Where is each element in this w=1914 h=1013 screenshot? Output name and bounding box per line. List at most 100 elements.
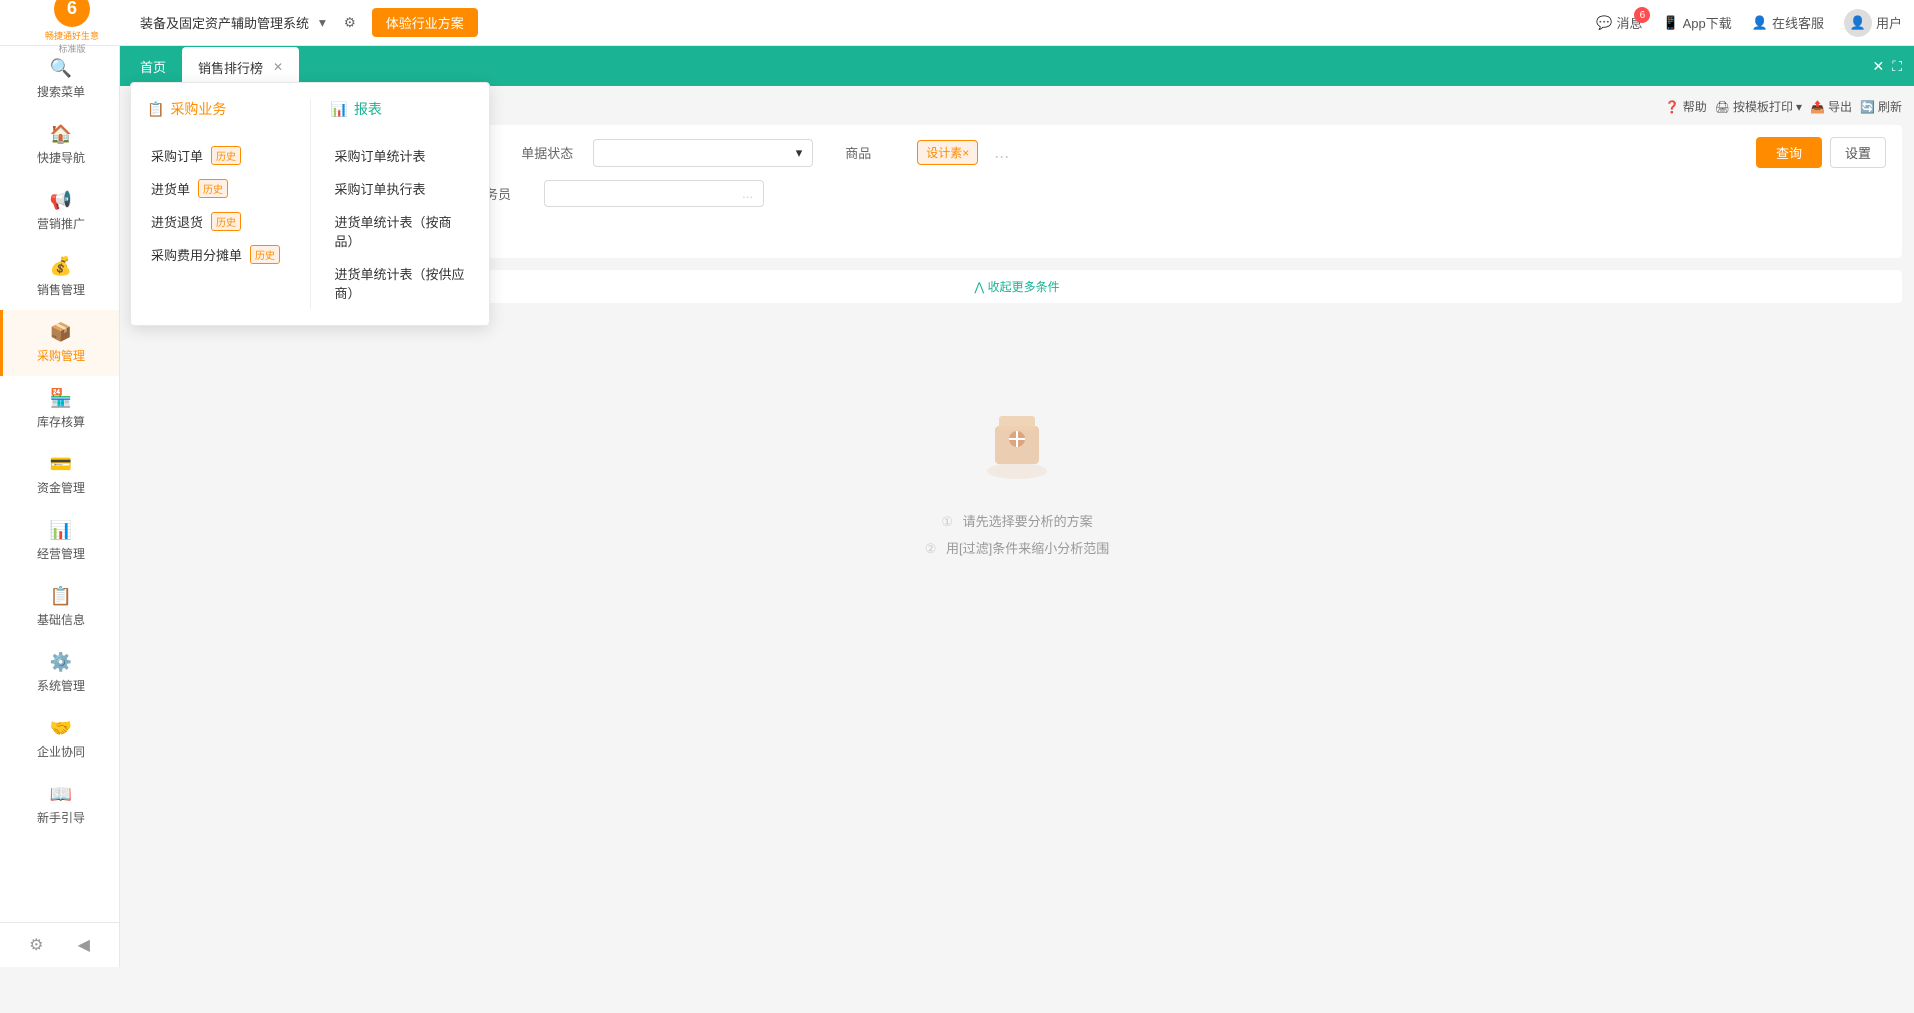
item-label: 采购订单 xyxy=(151,146,203,165)
sidebar-settings-btn[interactable]: ⚙ xyxy=(29,935,43,955)
logo-icon: 6 xyxy=(54,0,90,27)
doc-status-input[interactable]: ▾ xyxy=(593,139,813,167)
empty-icon xyxy=(967,391,1067,491)
sidebar-label-enterprise: 企业协同 xyxy=(37,743,85,760)
item-label: 采购订单统计表 xyxy=(335,146,426,165)
sidebar-label-capital: 资金管理 xyxy=(37,479,85,496)
sidebar-item-basic-info[interactable]: 📋 基础信息 xyxy=(0,574,119,640)
system-icon: ⚙️ xyxy=(50,652,72,673)
brand-name: 畅捷通好生意 xyxy=(45,29,99,42)
sidebar-item-enterprise[interactable]: 🤝 企业协同 xyxy=(0,706,119,772)
system-dropdown-btn[interactable]: ▾ xyxy=(317,13,328,33)
dropdown-item-expense[interactable]: 采购费用分摊单 历史 xyxy=(147,238,290,271)
sidebar-item-operation[interactable]: 📊 经营管理 xyxy=(0,508,119,574)
item-label: 进货单统计表（按商品） xyxy=(335,212,470,250)
user-btn[interactable]: 👤 用户 xyxy=(1844,9,1902,37)
doc-status-label: 单据状态 xyxy=(521,143,581,162)
tab-maximize-btn[interactable]: ⛶ xyxy=(1892,58,1902,75)
toolbar-right: ❓ 帮助 🖨 按模板打印 ▾ 📤 导出 🔄 刷新 xyxy=(1665,98,1902,115)
help-btn[interactable]: ❓ 帮助 xyxy=(1665,98,1707,115)
export-btn[interactable]: 📤 导出 xyxy=(1810,98,1852,115)
sidebar-label-purchase: 采购管理 xyxy=(37,347,85,364)
settings-filter-btn[interactable]: 设置 xyxy=(1830,137,1886,168)
sidebar-bottom: ⚙ ◀ xyxy=(0,922,119,967)
dropdown-item-return[interactable]: 进货退货 历史 xyxy=(147,205,290,238)
history-badge: 历史 xyxy=(250,245,280,264)
notification-badge: 6 xyxy=(1634,7,1650,23)
item-label: 采购订单执行表 xyxy=(335,179,426,198)
tab-home-label: 首页 xyxy=(140,57,166,76)
print-btn[interactable]: 🖨 按模板打印 ▾ xyxy=(1715,98,1802,115)
purchase-icon: 📦 xyxy=(50,322,72,343)
notification-btn[interactable]: 💬 消息 6 xyxy=(1596,13,1642,32)
goods-tag[interactable]: 设计素× xyxy=(917,140,978,165)
doc-status-dropdown-icon: ▾ xyxy=(796,145,803,161)
salesperson-more-icon: ... xyxy=(742,186,753,201)
purchase-section-icon: 📋 xyxy=(147,101,164,118)
sidebar-item-search[interactable]: 🔍 搜索菜单 xyxy=(0,46,119,112)
message-icon: 💬 xyxy=(1596,15,1612,31)
tab-controls: ✕ ⛶ xyxy=(1872,58,1910,75)
industry-btn[interactable]: 体验行业方案 xyxy=(372,8,478,37)
tab-close-btn[interactable]: ✕ xyxy=(273,60,283,74)
sidebar-label-quick-nav: 快捷导航 xyxy=(37,149,85,166)
sidebar-label-inventory: 库存核算 xyxy=(37,413,85,430)
sidebar-item-capital[interactable]: 💳 资金管理 xyxy=(0,442,119,508)
dropdown-item-incoming[interactable]: 进货单 历史 xyxy=(147,172,290,205)
sidebar-item-system[interactable]: ⚙️ 系统管理 xyxy=(0,640,119,706)
guide-icon: 📖 xyxy=(50,784,72,805)
marketing-icon: 📢 xyxy=(50,190,72,211)
enterprise-icon: 🤝 xyxy=(50,718,72,739)
search-icon: 🔍 xyxy=(50,58,72,79)
sidebar-label-basic-info: 基础信息 xyxy=(37,611,85,628)
sales-icon: 💰 xyxy=(50,256,72,277)
dropdown-item-order-exec[interactable]: 采购订单执行表 xyxy=(331,172,474,205)
dropdown-item-incoming-by-supplier[interactable]: 进货单统计表（按供应商） xyxy=(331,257,474,309)
sidebar-label-system: 系统管理 xyxy=(37,677,85,694)
sidebar-collapse-btn[interactable]: ◀ xyxy=(78,935,90,955)
operation-icon: 📊 xyxy=(50,520,72,541)
header-middle: 装备及固定资产辅助管理系统 ▾ ⚙ 体验行业方案 xyxy=(132,8,1596,37)
dropdown-item-order-stats[interactable]: 采购订单统计表 xyxy=(331,139,474,172)
sidebar-item-guide[interactable]: 📖 新手引导 xyxy=(0,772,119,838)
sidebar-item-quick-nav[interactable]: 🏠 快捷导航 xyxy=(0,112,119,178)
basic-info-icon: 📋 xyxy=(50,586,72,607)
purchase-section-title: 📋 采购业务 xyxy=(147,99,290,127)
refresh-btn[interactable]: 🔄 刷新 xyxy=(1860,98,1902,115)
inventory-icon: 🏪 xyxy=(50,388,72,409)
sidebar-item-marketing[interactable]: 📢 营销推广 xyxy=(0,178,119,244)
header-settings-btn[interactable]: ⚙ xyxy=(336,9,364,37)
history-badge: 历史 xyxy=(211,146,241,165)
tab-close-all-btn[interactable]: ✕ xyxy=(1872,58,1884,75)
sidebar-label-search: 搜索菜单 xyxy=(37,83,85,100)
purchase-section: 📋 采购业务 采购订单 历史 进货单 历史 进货退货 历史 采购费用分摊单 历史 xyxy=(147,99,290,309)
tab-home[interactable]: 首页 xyxy=(124,46,182,86)
history-badge: 历史 xyxy=(211,212,241,231)
empty-tip1: ① 请先选择要分析的方案 xyxy=(941,511,1092,530)
top-header: 6 畅捷通好生意 标准版 装备及固定资产辅助管理系统 ▾ ⚙ 体验行业方案 💬 … xyxy=(0,0,1914,46)
tab-sales-rank[interactable]: 销售排行榜 ✕ xyxy=(182,47,299,87)
goods-label: 商品 xyxy=(845,143,905,162)
report-section: 📊 报表 采购订单统计表 采购订单执行表 进货单统计表（按商品） 进货单统计表（… xyxy=(331,99,474,309)
sidebar-item-sales[interactable]: 💰 销售管理 xyxy=(0,244,119,310)
export-icon: 📤 xyxy=(1810,100,1825,114)
system-title: 装备及固定资产辅助管理系统 xyxy=(140,13,309,32)
sidebar-item-inventory[interactable]: 🏪 库存核算 xyxy=(0,376,119,442)
phone-icon: 📱 xyxy=(1662,15,1678,31)
collapse-label: 收起更多条件 xyxy=(988,280,1060,294)
col-separator xyxy=(310,99,311,309)
sidebar-item-purchase[interactable]: 📦 采购管理 xyxy=(0,310,119,376)
sidebar-label-guide: 新手引导 xyxy=(37,809,85,826)
query-btn[interactable]: 查询 xyxy=(1756,137,1822,168)
dropdown-item-incoming-by-goods[interactable]: 进货单统计表（按商品） xyxy=(331,205,474,257)
print-icon: 🖨 xyxy=(1715,100,1730,114)
user-avatar: 👤 xyxy=(1844,9,1872,37)
online-service-btn[interactable]: 👤 在线客服 xyxy=(1752,13,1824,32)
sidebar: 🔍 搜索菜单 🏠 快捷导航 📢 营销推广 💰 销售管理 📦 采购管理 🏪 库存核… xyxy=(0,46,120,967)
salesperson-input[interactable]: ... xyxy=(544,180,764,207)
header-right: 💬 消息 6 📱 App下载 👤 在线客服 👤 用户 xyxy=(1596,9,1902,37)
sidebar-label-marketing: 营销推广 xyxy=(37,215,85,232)
tab-sales-rank-label: 销售排行榜 xyxy=(198,58,263,77)
dropdown-item-purchase-order[interactable]: 采购订单 历史 xyxy=(147,139,290,172)
app-download-btn[interactable]: 📱 App下载 xyxy=(1662,13,1731,32)
